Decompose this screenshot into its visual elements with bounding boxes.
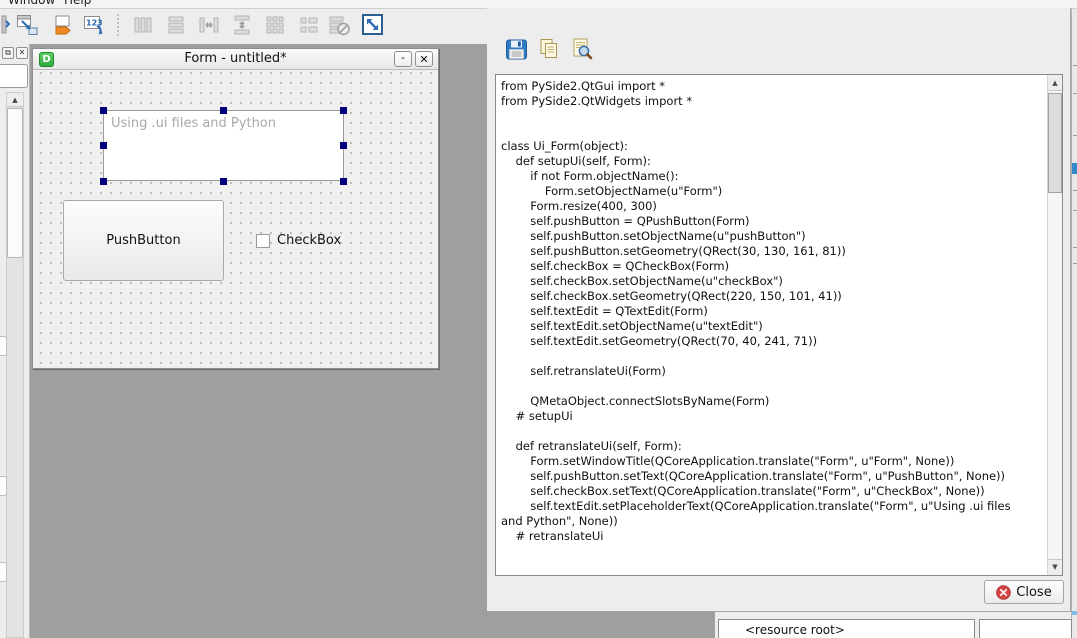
selection-handle-sw[interactable] [100, 178, 107, 185]
svg-text:123: 123 [86, 18, 103, 27]
toolbar-separator [117, 14, 119, 36]
scroll-thumb[interactable] [1048, 93, 1062, 193]
copy-icon[interactable] [536, 36, 562, 62]
resource-browser-panel: <resource root> [718, 619, 975, 638]
edit-tab-order-icon[interactable]: 123 [80, 11, 107, 38]
widget-box-dock: ⧉ ✕ ▲ [0, 44, 30, 638]
push-button-widget[interactable]: PushButton [63, 200, 224, 281]
widget-filter-input[interactable] [0, 64, 28, 88]
checkbox-label: CheckBox [277, 233, 341, 248]
dock-float-icon[interactable]: ⧉ [2, 47, 14, 59]
close-circle-icon [996, 585, 1011, 600]
scroll-thumb[interactable] [7, 108, 23, 258]
save-icon[interactable] [503, 36, 529, 62]
layout-vertical-icon[interactable] [162, 11, 189, 38]
selection-handle-n[interactable] [220, 107, 227, 114]
layout-splitter-vertical-icon[interactable] [228, 11, 255, 38]
widget-list-item[interactable] [0, 476, 7, 496]
selection-handle-s[interactable] [220, 178, 227, 185]
check-box-widget[interactable]: CheckBox [253, 220, 354, 261]
find-icon[interactable] [569, 36, 595, 62]
layout-splitter-horizontal-icon[interactable] [195, 11, 222, 38]
code-text-area[interactable]: from PySide2.QtGui import * from PySide2… [495, 74, 1063, 576]
selection-handle-ne[interactable] [340, 107, 347, 114]
close-icon[interactable]: ✕ [415, 51, 433, 67]
close-button[interactable]: Close [984, 580, 1064, 604]
resource-root-item[interactable]: <resource root> [745, 623, 845, 637]
widget-list-item[interactable] [0, 336, 7, 356]
scroll-down-icon[interactable]: ▼ [1048, 559, 1062, 575]
edit-signals-slots-icon[interactable] [13, 11, 40, 38]
selection-handle-se[interactable] [340, 178, 347, 185]
dock-close-icon[interactable]: ✕ [16, 47, 28, 59]
form-canvas[interactable]: Using .ui files and Python PushButton Ch… [33, 70, 438, 368]
selection-handle-w[interactable] [100, 142, 107, 149]
adjust-size-icon[interactable] [359, 11, 386, 38]
checkbox-box[interactable] [256, 234, 270, 248]
menu-help[interactable]: Help [64, 0, 91, 7]
form-window-titlebar[interactable]: D Form - untitled* - ✕ [33, 49, 438, 70]
code-scrollbar[interactable]: ▲ ▼ [1047, 75, 1062, 575]
form-window-title: Form - untitled* [33, 51, 438, 66]
selection-handle-e[interactable] [340, 142, 347, 149]
text-edit-placeholder: Using .ui files and Python [111, 116, 276, 131]
layout-horizontal-icon[interactable] [129, 11, 156, 38]
edit-buddies-icon[interactable] [50, 11, 77, 38]
selection-fragment [1072, 163, 1077, 174]
code-preview-dialog: from PySide2.QtGui import * from PySide2… [487, 8, 1071, 612]
form-editor-window: D Form - untitled* - ✕ Using .ui files a… [32, 48, 439, 369]
widget-box-scrollbar[interactable]: ▲ [6, 92, 24, 638]
close-button-label: Close [1016, 585, 1051, 600]
bottom-right-panel [979, 619, 1072, 638]
layout-grid-icon[interactable] [261, 11, 288, 38]
code-dialog-toolbar [503, 36, 595, 62]
generated-python-code[interactable]: from PySide2.QtGui import * from PySide2… [501, 79, 1011, 544]
selection-fragment [1072, 611, 1077, 615]
menu-window[interactable]: Window [8, 0, 55, 7]
text-edit-widget[interactable]: Using .ui files and Python [103, 110, 344, 181]
widget-list-item[interactable] [0, 562, 7, 582]
selection-handle-nw[interactable] [100, 107, 107, 114]
layout-form-icon[interactable] [295, 11, 322, 38]
edit-widgets-icon[interactable] [0, 11, 11, 38]
scroll-up-icon[interactable]: ▲ [1048, 75, 1062, 91]
right-dock-strip [1071, 9, 1077, 638]
break-layout-icon[interactable] [325, 11, 352, 38]
minimize-icon[interactable]: - [394, 51, 412, 67]
scroll-up-icon[interactable]: ▲ [7, 93, 23, 107]
